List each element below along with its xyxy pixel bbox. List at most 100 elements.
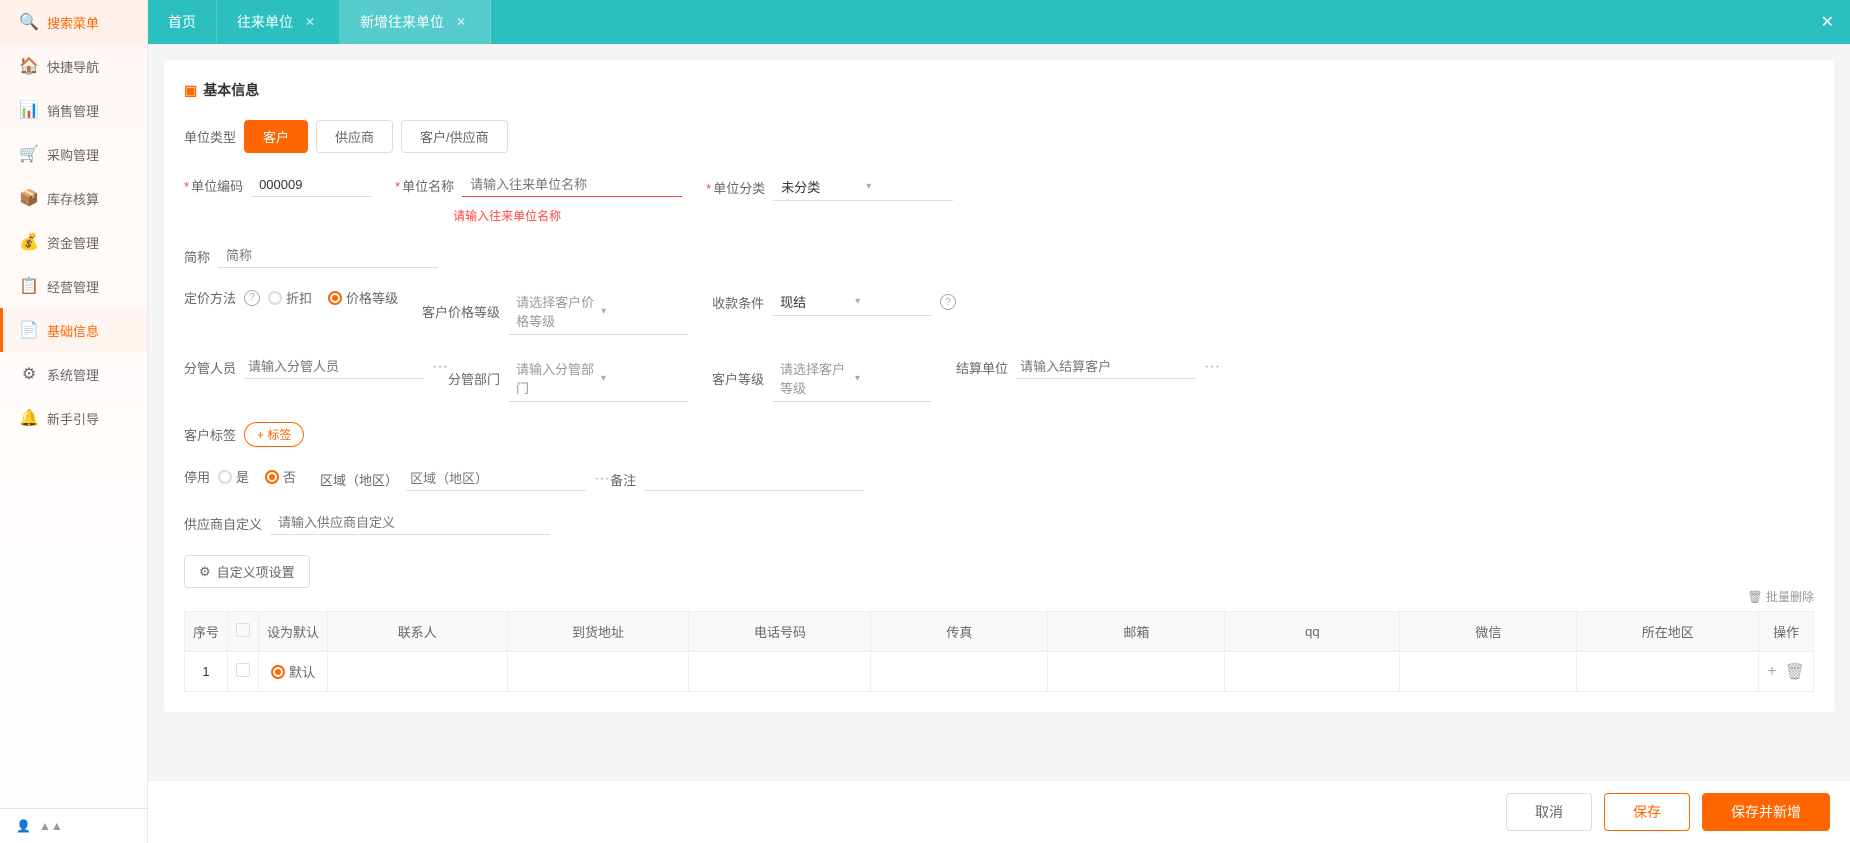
qq-input[interactable] <box>1233 660 1391 683</box>
default-radio-dot <box>275 669 281 675</box>
row-checkbox[interactable] <box>236 663 250 677</box>
customer-tag-label: 客户标签 <box>184 425 236 444</box>
radio-yes[interactable]: 是 <box>218 467 249 486</box>
row-seq: 1 <box>185 652 228 692</box>
batch-delete[interactable]: 🗑 批量删除 <box>184 588 1814 605</box>
save-and-new-button[interactable]: 保存并新增 <box>1702 793 1830 831</box>
department-placeholder: 请输入分管部门 <box>516 359 595 397</box>
fax-input[interactable] <box>879 660 1039 683</box>
customer-level-placeholder: 请选择客户等级 <box>780 359 849 397</box>
customer-level-select[interactable]: 请选择客户等级 ▾ <box>772 355 932 402</box>
supplier-custom-input[interactable] <box>270 511 550 535</box>
type-btn-both[interactable]: 客户/供应商 <box>401 120 508 153</box>
default-radio-circle <box>271 665 285 679</box>
tab-home-label: 首页 <box>168 12 196 32</box>
main-area: 首页 往来单位 ✕ 新增往来单位 ✕ ✕ ▣ 基本信息 单位类型 客户 <box>148 0 1850 843</box>
row-default-radio[interactable]: 默认 <box>267 662 319 681</box>
phone-input[interactable] <box>697 660 862 683</box>
sidebar-item-operation[interactable]: 📋 经营管理 <box>0 264 147 308</box>
wechat-input[interactable] <box>1408 660 1568 683</box>
clipboard-icon: 📋 <box>19 276 39 296</box>
save-button[interactable]: 保存 <box>1604 793 1690 831</box>
customer-price-level-select[interactable]: 请选择客户价格等级 ▾ <box>508 288 688 335</box>
home-icon: 🏠 <box>19 56 39 76</box>
sidebar-item-system[interactable]: ⚙ 系统管理 <box>0 352 147 396</box>
tab-new-unit-close[interactable]: ✕ <box>452 13 470 31</box>
contact-table-wrapper: 序号 设为默认 联系人 到货地址 电话号码 传真 邮箱 qq 微信 所在地区 操… <box>184 611 1814 692</box>
contact-input[interactable] <box>336 660 498 683</box>
sidebar-item-sales[interactable]: 📊 销售管理 <box>0 88 147 132</box>
footer-bar: 取消 保存 保存并新增 <box>148 780 1850 843</box>
radio-discount[interactable]: 折扣 <box>268 288 312 307</box>
unit-name-input[interactable] <box>462 173 682 197</box>
window-close-button[interactable]: ✕ <box>1805 0 1850 44</box>
short-name-input[interactable] <box>218 244 438 268</box>
row-phone <box>689 652 871 692</box>
custom-settings-row: ⚙ 自定义项设置 <box>184 555 1814 588</box>
custom-settings-button[interactable]: ⚙ 自定义项设置 <box>184 555 310 588</box>
settlement-unit-input[interactable] <box>1016 355 1200 378</box>
row-qq <box>1225 652 1400 692</box>
tab-units-close[interactable]: ✕ <box>301 13 319 31</box>
header-checkbox[interactable] <box>236 623 250 637</box>
settlement-more-icon[interactable]: ··· <box>1200 358 1224 376</box>
row-wechat <box>1400 652 1577 692</box>
tab-units[interactable]: 往来单位 ✕ <box>217 0 340 44</box>
delete-row-button[interactable]: 🗑 <box>1785 662 1805 682</box>
row-region-input[interactable] <box>1585 660 1750 683</box>
tab-new-unit[interactable]: 新增往来单位 ✕ <box>340 0 491 44</box>
gear-settings-icon: ⚙ <box>199 564 211 580</box>
customer-price-level-label: 客户价格等级 <box>422 302 500 321</box>
sidebar-item-purchase[interactable]: 🛒 采购管理 <box>0 132 147 176</box>
search-icon: 🔍 <box>19 12 39 32</box>
pricing-row: 定价方法 ? 折扣 价格等级 <box>184 288 1814 335</box>
chevron-down-icon-5: ▾ <box>855 373 924 384</box>
unit-category-label: *单位分类 <box>706 178 765 197</box>
cancel-button[interactable]: 取消 <box>1506 793 1592 831</box>
col-email: 邮箱 <box>1048 612 1225 652</box>
unit-category-select[interactable]: 未分类 ▾ <box>773 173 953 201</box>
chart-icon: 📊 <box>19 100 39 120</box>
col-fax: 传真 <box>871 612 1048 652</box>
region-input[interactable] <box>406 467 590 490</box>
section-title-text: 基本信息 <box>203 80 259 100</box>
sidebar-item-basic-info[interactable]: 📄 基础信息 <box>0 308 147 352</box>
region-group: 区域（地区） ··· <box>320 467 586 491</box>
unit-category-value: 未分类 <box>781 177 860 196</box>
no-radio-circle <box>265 470 279 484</box>
unit-code-input[interactable] <box>251 173 371 197</box>
payment-terms-select[interactable]: 现结 ▾ <box>772 288 932 316</box>
unit-category-group: *单位分类 未分类 ▾ <box>706 173 953 201</box>
add-tag-button[interactable]: + 标签 <box>244 422 304 447</box>
remark-label: 备注 <box>610 470 636 489</box>
sidebar-item-guide[interactable]: 🔔 新手引导 <box>0 396 147 440</box>
box-icon: 📦 <box>19 188 39 208</box>
user-text: ▲▲ <box>39 819 63 833</box>
pricing-help-icon[interactable]: ? <box>244 290 260 306</box>
radio-price-level[interactable]: 价格等级 <box>328 288 398 307</box>
address-input[interactable] <box>516 660 681 683</box>
type-btn-customer[interactable]: 客户 <box>244 120 308 153</box>
payment-terms-help-icon[interactable]: ? <box>940 294 956 310</box>
tab-home[interactable]: 首页 <box>148 0 217 44</box>
cart-icon: 🛒 <box>19 144 39 164</box>
row-actions: + 🗑 <box>1767 662 1805 682</box>
sidebar-item-finance[interactable]: 💰 资金管理 <box>0 220 147 264</box>
type-btn-supplier[interactable]: 供应商 <box>316 120 393 153</box>
email-input[interactable] <box>1056 660 1216 683</box>
col-action: 操作 <box>1759 612 1814 652</box>
col-seq: 序号 <box>185 612 228 652</box>
short-name-row: 简称 <box>184 244 1814 268</box>
department-select[interactable]: 请输入分管部门 ▾ <box>508 355 688 402</box>
add-row-button[interactable]: + <box>1767 663 1776 681</box>
price-level-radio-circle <box>328 291 342 305</box>
manager-input[interactable] <box>244 355 428 378</box>
sidebar-item-search[interactable]: 🔍 搜索菜单 <box>0 0 147 44</box>
sidebar-item-quick-nav[interactable]: 🏠 快捷导航 <box>0 44 147 88</box>
remark-input[interactable] <box>644 467 864 491</box>
department-label: 分管部门 <box>448 369 500 388</box>
sidebar-item-inventory[interactable]: 📦 库存核算 <box>0 176 147 220</box>
radio-no[interactable]: 否 <box>265 467 296 486</box>
col-qq: qq <box>1225 612 1400 652</box>
col-region: 所在地区 <box>1577 612 1759 652</box>
